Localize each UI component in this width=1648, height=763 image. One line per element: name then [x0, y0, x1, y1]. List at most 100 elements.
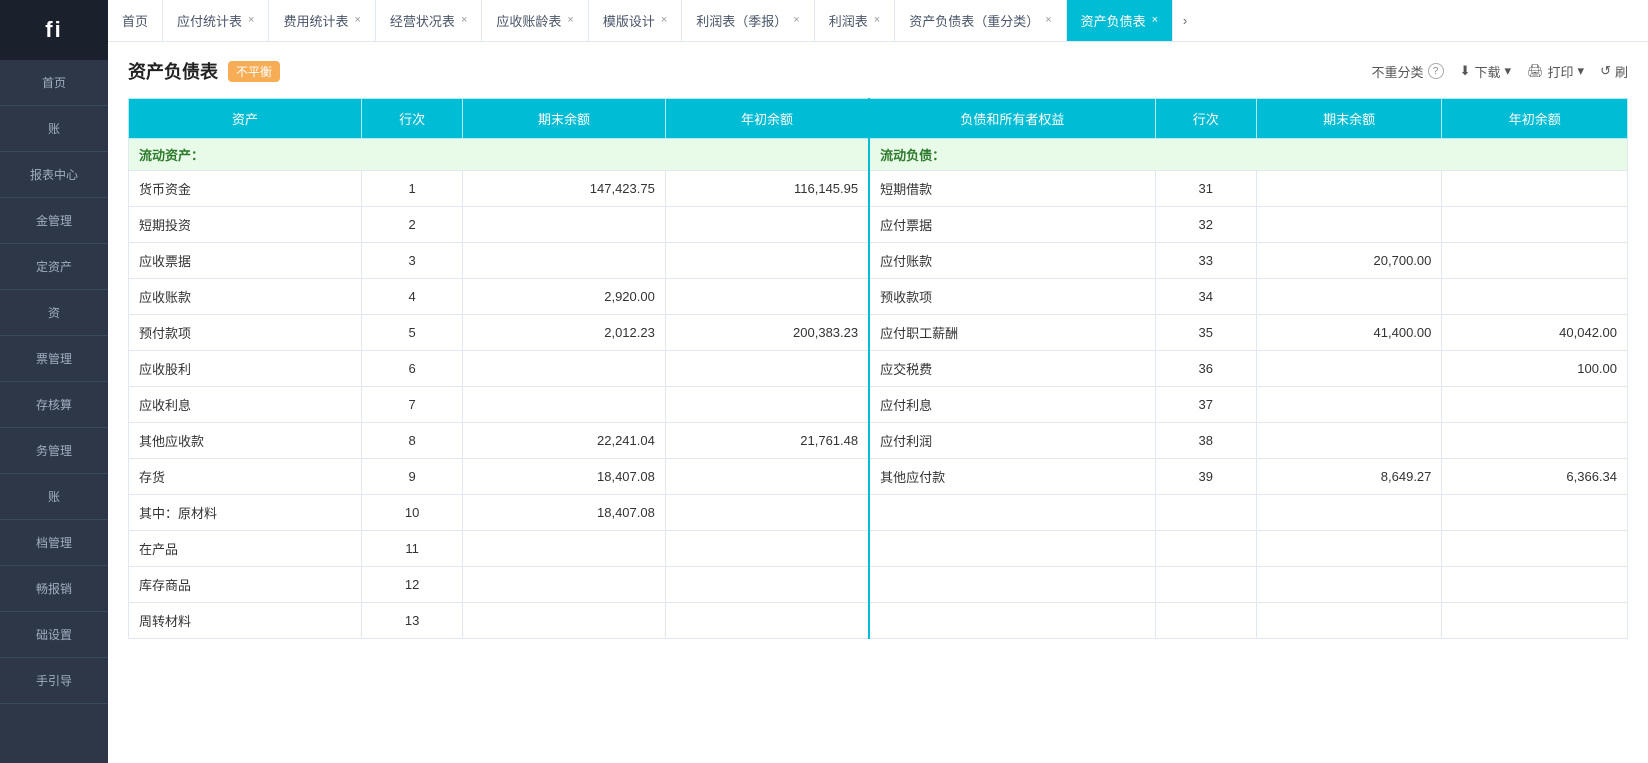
left-end-balance [463, 351, 666, 387]
sidebar-item-capital[interactable]: 资 [0, 290, 108, 336]
left-begin-balance [665, 351, 869, 387]
right-name: 预收款项 [869, 279, 1155, 315]
sidebar-item-home[interactable]: 首页 [0, 60, 108, 106]
sidebar-item-report-center[interactable]: 报表中心 [0, 152, 108, 198]
left-end-balance [463, 387, 666, 423]
left-name: 应收票据 [129, 243, 362, 279]
left-name: 应收股利 [129, 351, 362, 387]
sidebar-item-inventory[interactable]: 存核算 [0, 382, 108, 428]
right-end-balance [1256, 495, 1442, 531]
tab-payable-stats-close[interactable]: × [248, 15, 254, 26]
badge-unbalanced: 不平衡 [228, 61, 280, 82]
left-end-balance [463, 603, 666, 639]
tab-balance-reclassified-label: 资产负债表（重分类） [909, 11, 1039, 30]
tab-payable-stats[interactable]: 应付统计表 × [163, 0, 269, 41]
tab-profit-close[interactable]: × [874, 15, 880, 26]
sidebar-item-expense[interactable]: 畅报销 [0, 566, 108, 612]
right-row-num [1155, 567, 1256, 603]
left-end-balance: 18,407.08 [463, 459, 666, 495]
right-end-balance [1256, 171, 1442, 207]
sidebar-item-fixed-assets[interactable]: 定资产 [0, 244, 108, 290]
sidebar-item-archive[interactable]: 档管理 [0, 520, 108, 566]
left-name: 在产品 [129, 531, 362, 567]
help-icon[interactable]: ? [1428, 63, 1444, 79]
left-begin-balance [665, 603, 869, 639]
print-chevron-icon: ▾ [1578, 63, 1585, 79]
refresh-label: 刷 [1615, 62, 1628, 81]
right-row-num: 36 [1155, 351, 1256, 387]
th-liability: 负债和所有者权益 [869, 99, 1155, 139]
download-label: 下载 [1474, 62, 1500, 81]
tab-balance-reclassified-close[interactable]: × [1045, 15, 1051, 26]
right-row-num [1155, 495, 1256, 531]
left-name: 应收利息 [129, 387, 362, 423]
page-title-area: 资产负债表 不平衡 [128, 58, 280, 84]
left-row-num: 13 [362, 603, 463, 639]
right-end-balance: 20,700.00 [1256, 243, 1442, 279]
left-row-num: 8 [362, 423, 463, 459]
tab-balance[interactable]: 资产负债表 × [1067, 0, 1173, 41]
right-begin-balance [1442, 567, 1628, 603]
right-name: 应付利息 [869, 387, 1155, 423]
tab-cost-stats[interactable]: 费用统计表 × [269, 0, 375, 41]
left-row-num: 11 [362, 531, 463, 567]
left-row-num: 2 [362, 207, 463, 243]
category-selector[interactable]: 不重分类 ? [1372, 62, 1444, 81]
left-row-num: 1 [362, 171, 463, 207]
left-row-num: 4 [362, 279, 463, 315]
sidebar: fi 首页 账 报表中心 金管理 定资产 资 票管理 存核算 务管理 账 档管理… [0, 0, 108, 763]
tab-receivable-aging[interactable]: 应收账龄表 × [482, 0, 588, 41]
sidebar-item-guide[interactable]: 手引导 [0, 658, 108, 704]
th-asset: 资产 [129, 99, 362, 139]
tab-cost-stats-close[interactable]: × [354, 15, 360, 26]
left-begin-balance: 116,145.95 [665, 171, 869, 207]
sidebar-item-account[interactable]: 账 [0, 106, 108, 152]
tab-template-design[interactable]: 模版设计 × [589, 0, 682, 41]
refresh-button[interactable]: ↺ 刷 [1600, 62, 1628, 81]
right-end-balance [1256, 279, 1442, 315]
right-name: 其他应付款 [869, 459, 1155, 495]
left-end-balance: 22,241.04 [463, 423, 666, 459]
right-begin-balance [1442, 603, 1628, 639]
sidebar-item-settings[interactable]: 础设置 [0, 612, 108, 658]
right-begin-balance [1442, 495, 1628, 531]
print-label: 打印 [1548, 62, 1574, 81]
tab-receivable-aging-close[interactable]: × [567, 15, 573, 26]
right-row-num: 32 [1155, 207, 1256, 243]
sidebar-item-tax[interactable]: 务管理 [0, 428, 108, 474]
right-row-num: 33 [1155, 243, 1256, 279]
tab-profit-quarterly[interactable]: 利润表（季报） × [682, 0, 814, 41]
right-begin-balance [1442, 423, 1628, 459]
download-button[interactable]: ⬇ 下载 ▾ [1460, 62, 1511, 81]
sidebar-item-ledger[interactable]: 账 [0, 474, 108, 520]
left-name: 货币资金 [129, 171, 362, 207]
tab-balance-close[interactable]: × [1152, 15, 1158, 26]
right-end-balance: 41,400.00 [1256, 315, 1442, 351]
right-begin-balance: 6,366.34 [1442, 459, 1628, 495]
print-button[interactable]: 🖨 打印 ▾ [1527, 62, 1584, 81]
right-end-balance [1256, 531, 1442, 567]
category-label: 不重分类 [1372, 62, 1424, 81]
tab-scroll-right[interactable]: › [1173, 0, 1197, 42]
tab-template-design-close[interactable]: × [661, 15, 667, 26]
left-end-balance: 18,407.08 [463, 495, 666, 531]
left-begin-balance [665, 207, 869, 243]
right-row-num [1155, 531, 1256, 567]
tab-business-status-close[interactable]: × [461, 15, 467, 26]
th-end-balance-left: 期末余额 [463, 99, 666, 139]
tab-payable-stats-label: 应付统计表 [177, 11, 242, 30]
th-end-balance-right: 期末余额 [1256, 99, 1442, 139]
tab-business-status[interactable]: 经营状况表 × [376, 0, 482, 41]
tab-profit[interactable]: 利润表 × [815, 0, 895, 41]
left-end-balance: 147,423.75 [463, 171, 666, 207]
section-right-label: 流动负债： [869, 139, 1627, 171]
tab-receivable-aging-label: 应收账龄表 [496, 11, 561, 30]
sidebar-item-finance[interactable]: 金管理 [0, 198, 108, 244]
left-begin-balance [665, 459, 869, 495]
sidebar-item-ticket[interactable]: 票管理 [0, 336, 108, 382]
tab-balance-reclassified[interactable]: 资产负债表（重分类） × [895, 0, 1066, 41]
tab-profit-quarterly-close[interactable]: × [793, 15, 799, 26]
th-begin-balance-left: 年初余额 [665, 99, 869, 139]
tab-balance-label: 资产负债表 [1081, 11, 1146, 30]
tab-home[interactable]: 首页 [108, 0, 163, 41]
